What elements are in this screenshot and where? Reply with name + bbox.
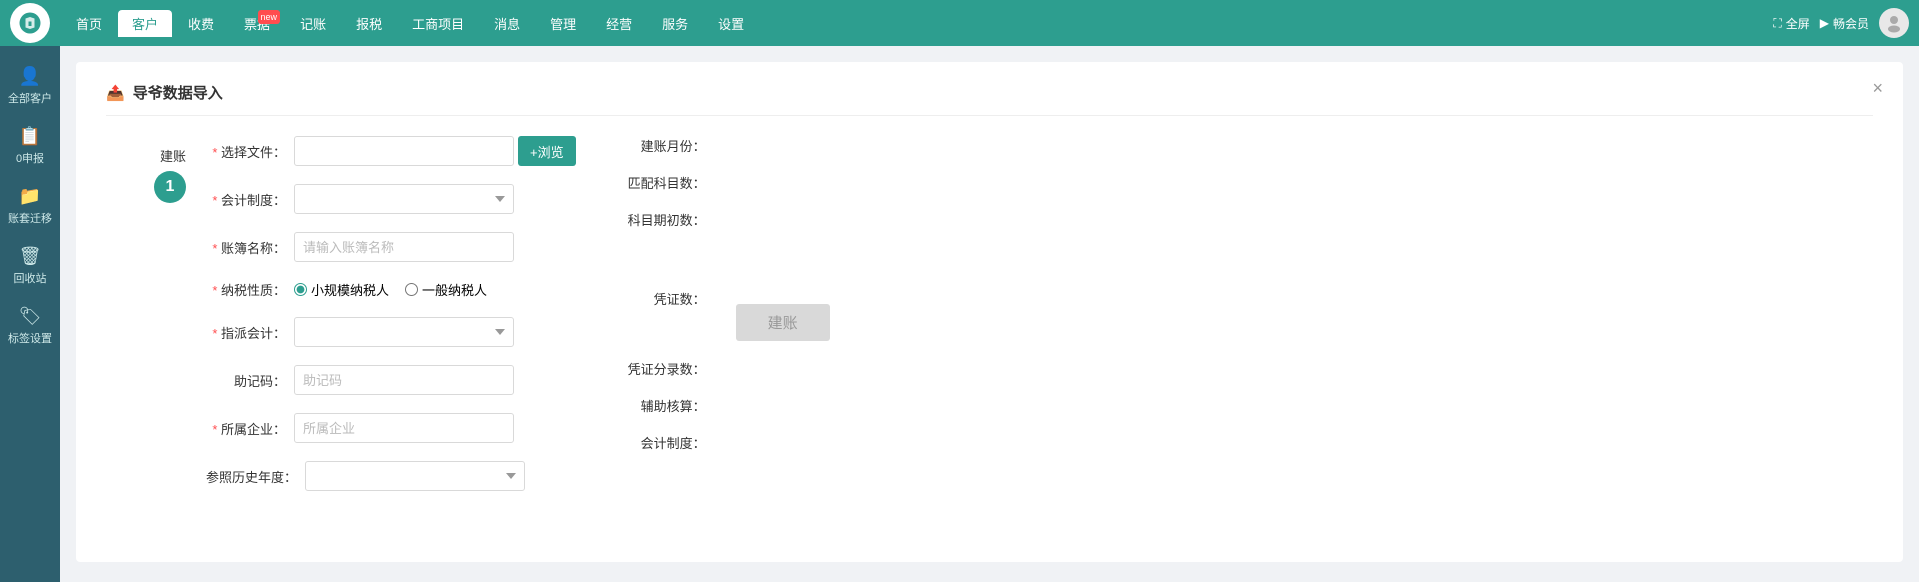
system-label: 会计制度： xyxy=(616,433,706,452)
close-button[interactable]: × xyxy=(1872,78,1883,99)
tax-general-radio[interactable] xyxy=(405,283,418,296)
user-avatar[interactable] xyxy=(1879,8,1909,38)
modal-card: 📤 导爷数据导入 × 建账 1 选择文件： +浏览 xyxy=(76,62,1903,562)
nav-item-customers[interactable]: 客户 xyxy=(118,10,172,37)
tax-small-option[interactable]: 小规模纳税人 xyxy=(294,280,389,299)
nav-menu: 首页 客户 收费 票据 new 记账 报税 工商项目 消息 管理 经营 服务 设… xyxy=(62,10,1773,37)
file-input-group: +浏览 xyxy=(294,136,576,166)
initial-label: 科目期初数： xyxy=(616,210,706,229)
month-label: 建账月份： xyxy=(616,136,706,155)
accountant-row: 指派会计： xyxy=(206,317,576,347)
tax-label: 纳税性质： xyxy=(206,280,286,299)
tax-general-option[interactable]: 一般纳税人 xyxy=(405,280,487,299)
month-row: 建账月份： xyxy=(616,136,876,155)
initial-row: 科目期初数： xyxy=(616,210,876,229)
nav-item-settings[interactable]: 设置 xyxy=(704,10,758,37)
trash-icon: 🗑 xyxy=(19,246,42,267)
voucher-entries-label: 凭证分录数： xyxy=(616,359,706,378)
file-row: 选择文件： +浏览 xyxy=(206,136,576,166)
top-navigation: 首页 客户 收费 票据 new 记账 报税 工商项目 消息 管理 经营 服务 设… xyxy=(0,0,1919,46)
auxiliary-label: 辅助核算： xyxy=(616,396,706,415)
nav-item-messages[interactable]: 消息 xyxy=(480,10,534,37)
company-label: 所属企业： xyxy=(206,419,286,438)
step-form: 选择文件： +浏览 会计制度： 账簿名称： xyxy=(206,136,576,509)
company-input[interactable] xyxy=(294,413,514,443)
nav-item-tax[interactable]: 报税 xyxy=(342,10,396,37)
company-row: 所属企业： xyxy=(206,413,576,443)
history-select[interactable] xyxy=(305,461,525,491)
ledger-row: 账簿名称： xyxy=(206,232,576,262)
sidebar-item-all-customers[interactable]: 👤 全部客户 xyxy=(0,56,60,116)
history-label: 参照历史年度： xyxy=(206,467,297,486)
sidebar-item-tags[interactable]: 🏷 标签设置 xyxy=(0,296,60,356)
tags-icon: 🏷 xyxy=(19,306,42,327)
voucher-entries-row: 凭证分录数： xyxy=(616,359,876,378)
build-button[interactable]: 建账 xyxy=(736,304,830,341)
step-circle: 1 xyxy=(154,171,186,203)
member-button[interactable]: ▶ 畅会员 xyxy=(1820,15,1869,32)
auxiliary-row: 辅助核算： xyxy=(616,396,876,415)
file-input[interactable] xyxy=(294,136,514,166)
right-panel: 建账月份： 匹配科目数： 科目期初数： 凭证数： 建账 xyxy=(616,136,876,509)
accounting-select[interactable] xyxy=(294,184,514,214)
main-content: 📤 导爷数据导入 × 建账 1 选择文件： +浏览 xyxy=(60,46,1919,582)
ledger-label: 账簿名称： xyxy=(206,238,286,257)
tax-radio-group: 小规模纳税人 一般纳税人 xyxy=(294,280,487,299)
memo-row: 助记码： xyxy=(206,365,576,395)
memo-label: 助记码： xyxy=(206,371,286,390)
import-icon: 📤 xyxy=(106,84,125,102)
tax-small-radio[interactable] xyxy=(294,283,307,296)
nav-item-home[interactable]: 首页 xyxy=(62,10,116,37)
step-indicator: 建账 1 xyxy=(106,136,186,203)
accountant-label: 指派会计： xyxy=(206,323,286,342)
accounting-label: 会计制度： xyxy=(206,190,286,209)
tax-row: 纳税性质： 小规模纳税人 一般纳税人 xyxy=(206,280,576,299)
migrate-icon: 📁 xyxy=(19,186,41,207)
declare-icon: 📋 xyxy=(19,126,41,147)
nav-right-area: ⛶ 全屏 ▶ 畅会员 xyxy=(1773,8,1909,38)
app-logo[interactable] xyxy=(10,3,50,43)
nav-item-invoices[interactable]: 票据 new xyxy=(230,10,284,37)
file-label: 选择文件： xyxy=(206,142,286,161)
modal-title: 📤 导爷数据导入 xyxy=(106,82,1873,116)
customers-icon: 👤 xyxy=(19,66,41,87)
sidebar-item-migrate[interactable]: 📁 账套迁移 xyxy=(0,176,60,236)
browse-button[interactable]: +浏览 xyxy=(518,136,576,166)
nav-item-management[interactable]: 管理 xyxy=(536,10,590,37)
fullscreen-icon: ⛶ xyxy=(1773,16,1781,31)
sidebar-item-zero-declare[interactable]: 📋 0申报 xyxy=(0,116,60,176)
accountant-select[interactable] xyxy=(294,317,514,347)
sidebar: 👤 全部客户 📋 0申报 📁 账套迁移 🗑 回收站 🏷 标签设置 xyxy=(0,46,60,582)
form-area: 建账 1 选择文件： +浏览 会计制度： xyxy=(106,136,1873,509)
match-row: 匹配科目数： xyxy=(616,173,876,192)
accounting-row: 会计制度： xyxy=(206,184,576,214)
nav-item-operation[interactable]: 经营 xyxy=(592,10,646,37)
new-badge: new xyxy=(258,10,281,24)
nav-item-business[interactable]: 工商项目 xyxy=(398,10,478,37)
match-label: 匹配科目数： xyxy=(616,173,706,192)
fullscreen-button[interactable]: ⛶ 全屏 xyxy=(1773,15,1809,32)
memo-input[interactable] xyxy=(294,365,514,395)
history-row: 参照历史年度： xyxy=(206,461,576,491)
nav-item-accounting[interactable]: 记账 xyxy=(286,10,340,37)
ledger-input[interactable] xyxy=(294,232,514,262)
nav-item-fees[interactable]: 收费 xyxy=(174,10,228,37)
system-row: 会计制度： xyxy=(616,433,876,452)
member-icon: ▶ xyxy=(1820,16,1829,30)
nav-item-service[interactable]: 服务 xyxy=(648,10,702,37)
sidebar-item-trash[interactable]: 🗑 回收站 xyxy=(0,236,60,296)
